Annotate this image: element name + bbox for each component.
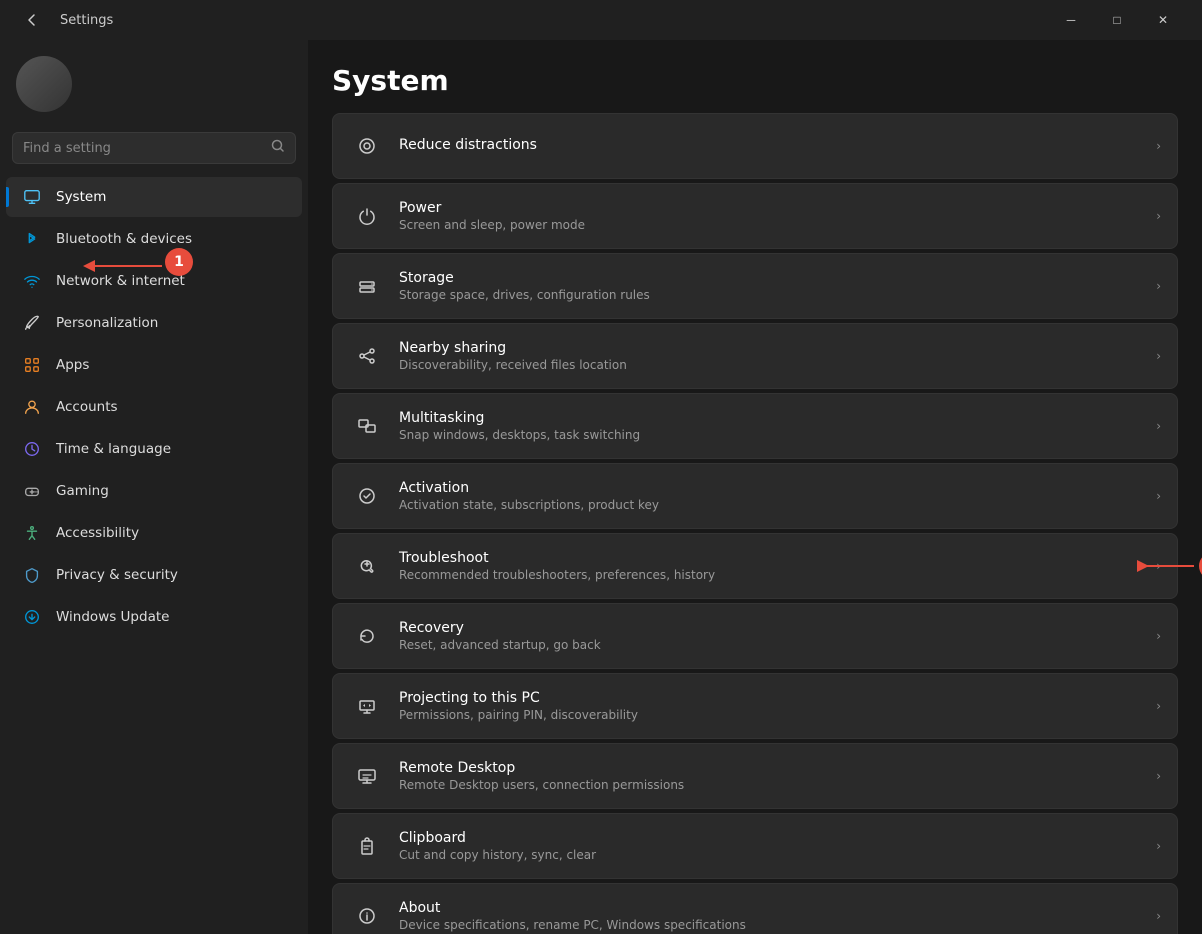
settings-item-troubleshoot[interactable]: Troubleshoot Recommended troubleshooters…: [332, 533, 1178, 599]
window-controls: ─ □ ✕: [1048, 0, 1186, 40]
power-icon: [349, 198, 385, 234]
chevron-right-icon-multitasking: ›: [1156, 419, 1161, 433]
sidebar-item-accessibility[interactable]: Accessibility: [6, 513, 302, 553]
page-title: System: [332, 40, 1178, 113]
settings-text-reduce-distractions: Reduce distractions: [399, 137, 1148, 155]
settings-item-storage[interactable]: Storage Storage space, drives, configura…: [332, 253, 1178, 319]
search-box[interactable]: [12, 132, 296, 164]
settings-item-reduce-distractions[interactable]: Reduce distractions ›: [332, 113, 1178, 179]
wifi-icon: [22, 271, 42, 291]
clock-icon: [22, 439, 42, 459]
chevron-right-icon-about: ›: [1156, 909, 1161, 923]
remote-icon: [349, 758, 385, 794]
sidebar-item-accessibility-label: Accessibility: [56, 525, 139, 541]
info-icon: [349, 898, 385, 934]
settings-item-multitasking[interactable]: Multitasking Snap windows, desktops, tas…: [332, 393, 1178, 459]
account-icon: [22, 397, 42, 417]
brush-icon: [22, 313, 42, 333]
settings-item-activation[interactable]: Activation Activation state, subscriptio…: [332, 463, 1178, 529]
sidebar-item-apps-label: Apps: [56, 357, 89, 373]
sidebar-item-bluetooth[interactable]: Bluetooth & devices: [6, 219, 302, 259]
sidebar-item-network-label: Network & internet: [56, 273, 185, 289]
settings-item-clipboard[interactable]: Clipboard Cut and copy history, sync, cl…: [332, 813, 1178, 879]
settings-item-remote-desktop[interactable]: Remote Desktop Remote Desktop users, con…: [332, 743, 1178, 809]
settings-text-clipboard: Clipboard Cut and copy history, sync, cl…: [399, 830, 1148, 862]
settings-item-power[interactable]: Power Screen and sleep, power mode ›: [332, 183, 1178, 249]
profile-area: [0, 40, 308, 124]
sidebar-item-privacy[interactable]: Privacy & security: [6, 555, 302, 595]
sidebar-item-personalization[interactable]: Personalization: [6, 303, 302, 343]
settings-text-recovery: Recovery Reset, advanced startup, go bac…: [399, 620, 1148, 652]
sidebar-item-time[interactable]: Time & language: [6, 429, 302, 469]
settings-text-projecting: Projecting to this PC Permissions, pairi…: [399, 690, 1148, 722]
settings-item-nearby-sharing[interactable]: Nearby sharing Discoverability, received…: [332, 323, 1178, 389]
settings-text-about: About Device specifications, rename PC, …: [399, 900, 1148, 932]
sidebar-item-bluetooth-label: Bluetooth & devices: [56, 231, 192, 247]
main-content: System Reduce distractions ›: [308, 40, 1202, 934]
sidebar-item-time-label: Time & language: [56, 441, 171, 457]
shield-icon: [22, 565, 42, 585]
activation-icon: [349, 478, 385, 514]
settings-item-recovery[interactable]: Recovery Reset, advanced startup, go bac…: [332, 603, 1178, 669]
minimize-button[interactable]: ─: [1048, 0, 1094, 40]
settings-text-power: Power Screen and sleep, power mode: [399, 200, 1148, 232]
settings-text-storage: Storage Storage space, drives, configura…: [399, 270, 1148, 302]
multitask-icon: [349, 408, 385, 444]
settings-text-troubleshoot: Troubleshoot Recommended troubleshooters…: [399, 550, 1148, 582]
focus-icon: [349, 128, 385, 164]
update-icon: [22, 607, 42, 627]
settings-text-activation: Activation Activation state, subscriptio…: [399, 480, 1148, 512]
sidebar-item-gaming[interactable]: Gaming: [6, 471, 302, 511]
close-button[interactable]: ✕: [1140, 0, 1186, 40]
settings-text-nearby-sharing: Nearby sharing Discoverability, received…: [399, 340, 1148, 372]
settings-text-multitasking: Multitasking Snap windows, desktops, tas…: [399, 410, 1148, 442]
settings-text-remote-desktop: Remote Desktop Remote Desktop users, con…: [399, 760, 1148, 792]
sidebar-item-accounts[interactable]: Accounts: [6, 387, 302, 427]
sidebar-item-network[interactable]: Network & internet: [6, 261, 302, 301]
chevron-right-icon-projecting: ›: [1156, 699, 1161, 713]
app-container: System Bluetooth & devices Network & int: [0, 40, 1202, 934]
sidebar: System Bluetooth & devices Network & int: [0, 40, 308, 934]
sidebar-item-privacy-label: Privacy & security: [56, 567, 178, 583]
back-button[interactable]: [16, 4, 48, 36]
chevron-right-icon: ›: [1156, 139, 1161, 153]
maximize-button[interactable]: □: [1094, 0, 1140, 40]
sidebar-item-windows-update[interactable]: Windows Update: [6, 597, 302, 637]
share-icon: [349, 338, 385, 374]
sidebar-item-windows-update-label: Windows Update: [56, 609, 169, 625]
clipboard-icon: [349, 828, 385, 864]
sidebar-item-system-label: System: [56, 189, 106, 205]
settings-item-projecting[interactable]: Projecting to this PC Permissions, pairi…: [332, 673, 1178, 739]
sidebar-item-personalization-label: Personalization: [56, 315, 158, 331]
titlebar: Settings ─ □ ✕: [0, 0, 1202, 40]
sidebar-item-system[interactable]: System: [6, 177, 302, 217]
troubleshoot-icon: [349, 548, 385, 584]
search-container: [0, 124, 308, 176]
chevron-right-icon-activation: ›: [1156, 489, 1161, 503]
chevron-right-icon-power: ›: [1156, 209, 1161, 223]
sidebar-item-apps[interactable]: Apps: [6, 345, 302, 385]
chevron-right-icon-nearby: ›: [1156, 349, 1161, 363]
chevron-right-icon-troubleshoot: ›: [1156, 559, 1161, 573]
search-input[interactable]: [23, 141, 263, 156]
app-title: Settings: [60, 13, 1048, 28]
storage-icon: [349, 268, 385, 304]
chevron-right-icon-clipboard: ›: [1156, 839, 1161, 853]
accessibility-icon: [22, 523, 42, 543]
bluetooth-icon: [22, 229, 42, 249]
search-icon: [271, 139, 285, 157]
settings-item-about[interactable]: About Device specifications, rename PC, …: [332, 883, 1178, 934]
monitor-icon: [22, 187, 42, 207]
project-icon: [349, 688, 385, 724]
recovery-icon: [349, 618, 385, 654]
chevron-right-icon-remote: ›: [1156, 769, 1161, 783]
avatar: [16, 56, 72, 112]
chevron-right-icon-storage: ›: [1156, 279, 1161, 293]
chevron-right-icon-recovery: ›: [1156, 629, 1161, 643]
sidebar-item-accounts-label: Accounts: [56, 399, 118, 415]
sidebar-item-gaming-label: Gaming: [56, 483, 109, 499]
gaming-icon: [22, 481, 42, 501]
apps-icon: [22, 355, 42, 375]
